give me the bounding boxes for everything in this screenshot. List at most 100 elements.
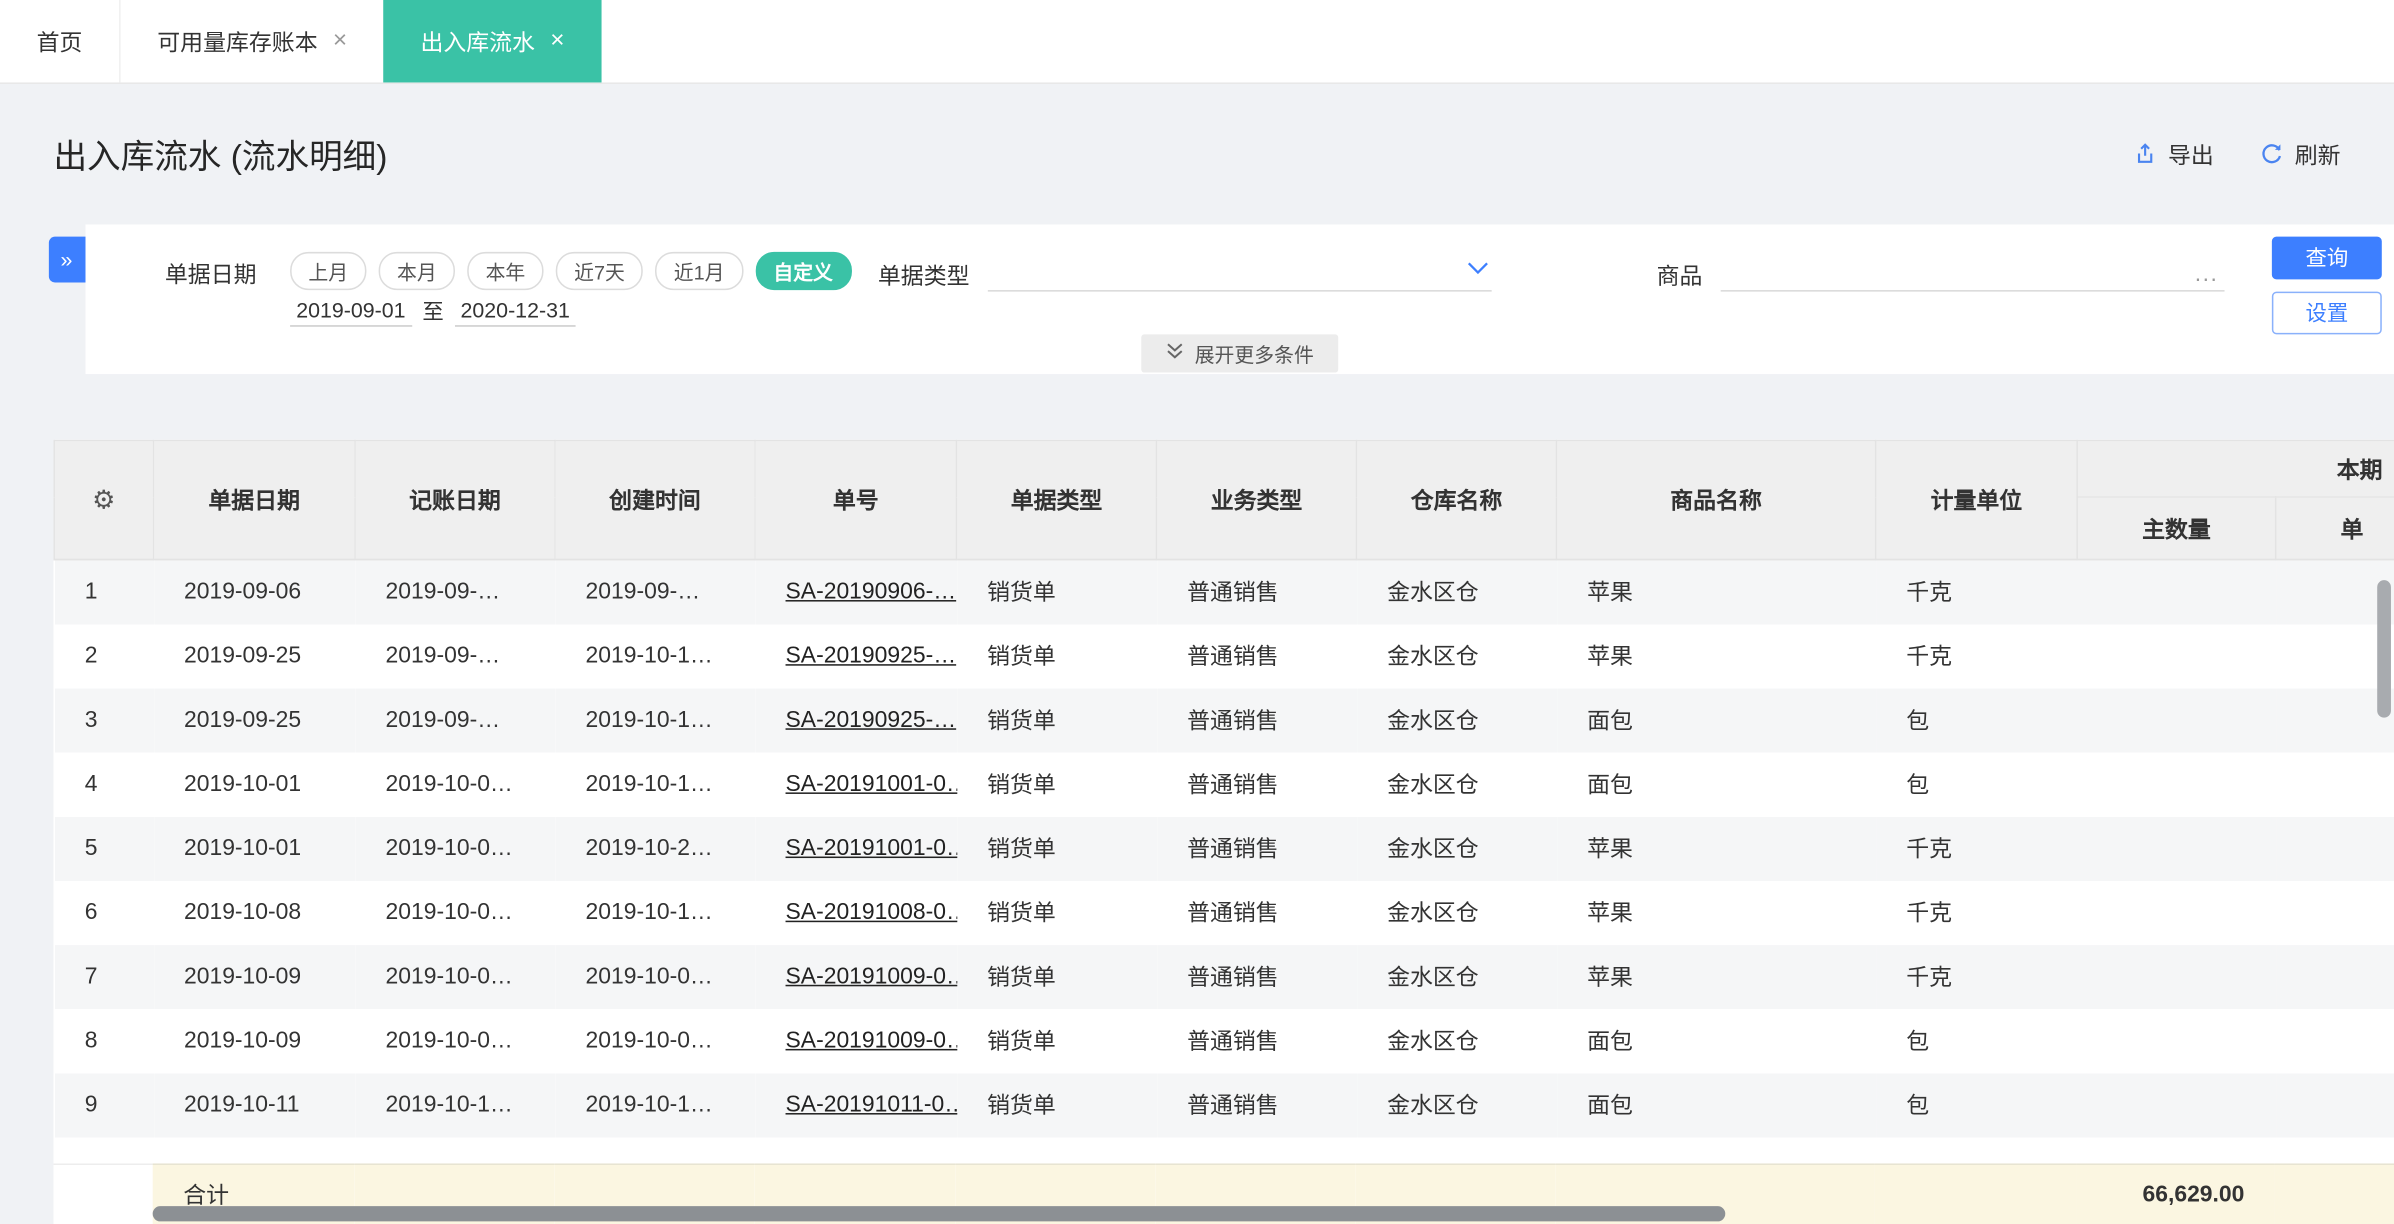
doc-type-field: 单据类型 [878,255,1492,292]
export-label: 导出 [2167,142,2214,169]
table-row[interactable]: 3 2019-09-25 2019-09-… 2019-10-1… SA-201… [54,687,2394,752]
product-input[interactable]: ... [1720,255,2225,292]
cell-product: 面包 [1556,1072,1876,1137]
cell-warehouse: 金水区仓 [1356,559,1557,624]
table-row[interactable]: 1 2019-09-06 2019-09-… 2019-09-… SA-2019… [54,559,2394,624]
doc-no-link[interactable]: SA-20191009-0… [786,1028,957,1054]
horizontal-scrollbar[interactable] [53,1206,2394,1222]
cell-book-date: 2019-09-… [385,642,501,669]
flow-table: ⚙ 单据日期 记账日期 创建时间 单号 单据类型 业务类型 仓库名称 商品名称 … [53,439,2394,1137]
cell-doc-type: 销货单 [987,900,1056,927]
quick-range-pill[interactable]: 本年 [467,251,544,291]
doc-no-link[interactable]: SA-20191011-0… [786,1092,957,1118]
column-header-doc-type[interactable]: 单据类型 [955,439,1158,561]
cell-unit: 包 [1906,1029,1930,1056]
gear-icon[interactable]: ⚙ [92,485,115,514]
doc-type-select[interactable] [987,255,1492,292]
cell-biz-type: 普通销售 [1156,559,1357,624]
date-from-input[interactable]: 2019-09-01 [290,297,412,326]
table-row[interactable]: 9 2019-10-11 2019-10-1… 2019-10-1… SA-20… [54,1072,2394,1137]
cell-biz-type: 普通销售 [1156,1072,1357,1137]
doc-no-link[interactable]: SA-20190925-… [786,707,957,733]
cell-warehouse: 金水区仓 [1387,1029,1479,1056]
doc-no-link[interactable]: SA-20191001-0… [786,771,957,797]
settings-button[interactable]: 设置 [2271,291,2382,335]
export-button[interactable]: 导出 [2133,138,2214,170]
tab[interactable]: 首页 [0,0,119,82]
cell-doc-no: SA-20191001-0… [754,816,957,881]
column-group-current-period: 本期 [2076,439,2394,498]
doc-no-link[interactable]: SA-20190925-… [786,643,957,669]
column-header-doc-date[interactable]: 单据日期 [152,439,356,561]
column-header-unit-clipped[interactable]: 单 [2274,496,2394,561]
cell-doc-type: 销货单 [956,816,1157,881]
column-settings-cell: ⚙ [53,439,155,561]
column-header-doc-no[interactable]: 单号 [754,439,958,561]
cell-book-date: 2019-09-… [354,559,555,624]
table-row[interactable]: 6 2019-10-08 2019-10-0… 2019-10-1… SA-20… [54,880,2394,944]
column-header-warehouse[interactable]: 仓库名称 [1355,439,1558,561]
custom-range-pill[interactable]: 自定义 [755,251,852,291]
cell-biz-type: 普通销售 [1187,900,1279,927]
doc-no-link[interactable]: SA-20191001-0… [786,835,957,861]
cell-unit: 千克 [1875,559,2078,624]
quick-range-pill[interactable]: 上月 [290,251,367,291]
double-chevron-down-icon [1166,342,1184,365]
date-quick-ranges: 上月 本月 本年 近7天 近1月 自定义 [290,251,852,291]
tab-close-icon[interactable]: × [550,28,564,53]
cell-main-qty [2077,880,2275,944]
doc-no-link[interactable]: SA-20191009-0… [786,963,957,989]
table-row[interactable]: 4 2019-10-01 2019-10-0… 2019-10-1… SA-20… [54,752,2394,816]
row-number: 1 [54,559,154,624]
tab[interactable]: 可用量库存账本 × [119,0,384,83]
cell-created: 2019-10-2… [554,816,755,881]
date-to-input[interactable]: 2020-12-31 [454,297,576,326]
chevron-down-icon[interactable] [1467,255,1488,282]
cell-created: 2019-10-1… [554,687,755,752]
cell-created: 2019-10-1… [585,771,713,797]
column-header-main-qty[interactable]: 主数量 [2076,496,2277,561]
doc-no-link[interactable]: SA-20191008-0… [786,899,957,925]
quick-range-pill[interactable]: 近1月 [655,251,743,291]
column-header-biz-type[interactable]: 业务类型 [1155,439,1358,561]
tab[interactable]: 出入库流水 × [383,0,602,83]
table-row[interactable]: 2 2019-09-25 2019-09-… 2019-10-1… SA-201… [54,624,2394,688]
cell-created: 2019-10-0… [554,944,755,1009]
table-row[interactable]: 7 2019-10-09 2019-10-0… 2019-10-0… SA-20… [54,944,2394,1009]
cell-unit: 千克 [1875,944,2078,1009]
cell-doc-date: 2019-10-01 [153,816,355,881]
vertical-scrollbar-thumb[interactable] [2377,580,2391,718]
tab-close-icon[interactable]: × [333,28,347,53]
export-icon [2133,142,2157,166]
column-header-product[interactable]: 商品名称 [1555,439,1877,561]
cell-main-qty [2077,752,2275,816]
doc-no-link[interactable]: SA-20190906-… [786,579,957,605]
vertical-scrollbar[interactable] [2377,562,2391,1203]
collapse-filter-button[interactable]: » [48,236,86,283]
table-row[interactable]: 8 2019-10-09 2019-10-0… 2019-10-0… SA-20… [54,1008,2394,1072]
horizontal-scrollbar-thumb[interactable] [152,1206,1726,1222]
refresh-button[interactable]: 刷新 [2260,138,2341,170]
product-more-button[interactable]: ... [2195,261,2219,287]
cell-main-qty [2077,1008,2275,1072]
quick-range-pill[interactable]: 本月 [378,251,456,291]
column-header-unit[interactable]: 计量单位 [1874,439,2078,561]
expand-more-button[interactable]: 展开更多条件 [1141,334,1339,373]
cell-main-qty [2077,687,2276,752]
cell-created: 2019-10-1… [585,899,713,926]
query-button[interactable]: 查询 [2271,236,2382,280]
page-title: 出入库流水 (流水明细) [53,137,388,176]
cell-doc-date: 2019-09-06 [153,559,355,624]
table-header: ⚙ 单据日期 记账日期 创建时间 单号 单据类型 业务类型 仓库名称 商品名称 … [53,439,2394,561]
cell-product: 苹果 [1556,944,1876,1009]
quick-range-pill[interactable]: 近7天 [555,251,644,291]
column-header-created[interactable]: 创建时间 [554,439,756,561]
product-label: 商品 [1656,264,1703,291]
cell-product: 苹果 [1556,816,1876,881]
cell-product: 面包 [1556,687,1876,752]
table-row[interactable]: 5 2019-10-01 2019-10-0… 2019-10-2… SA-20… [54,816,2394,881]
column-header-book-date[interactable]: 记账日期 [354,439,556,561]
cell-product: 面包 [1587,1029,1633,1056]
cell-created: 2019-10-1… [585,642,713,669]
cell-book-date: 2019-10-1… [354,1072,555,1137]
